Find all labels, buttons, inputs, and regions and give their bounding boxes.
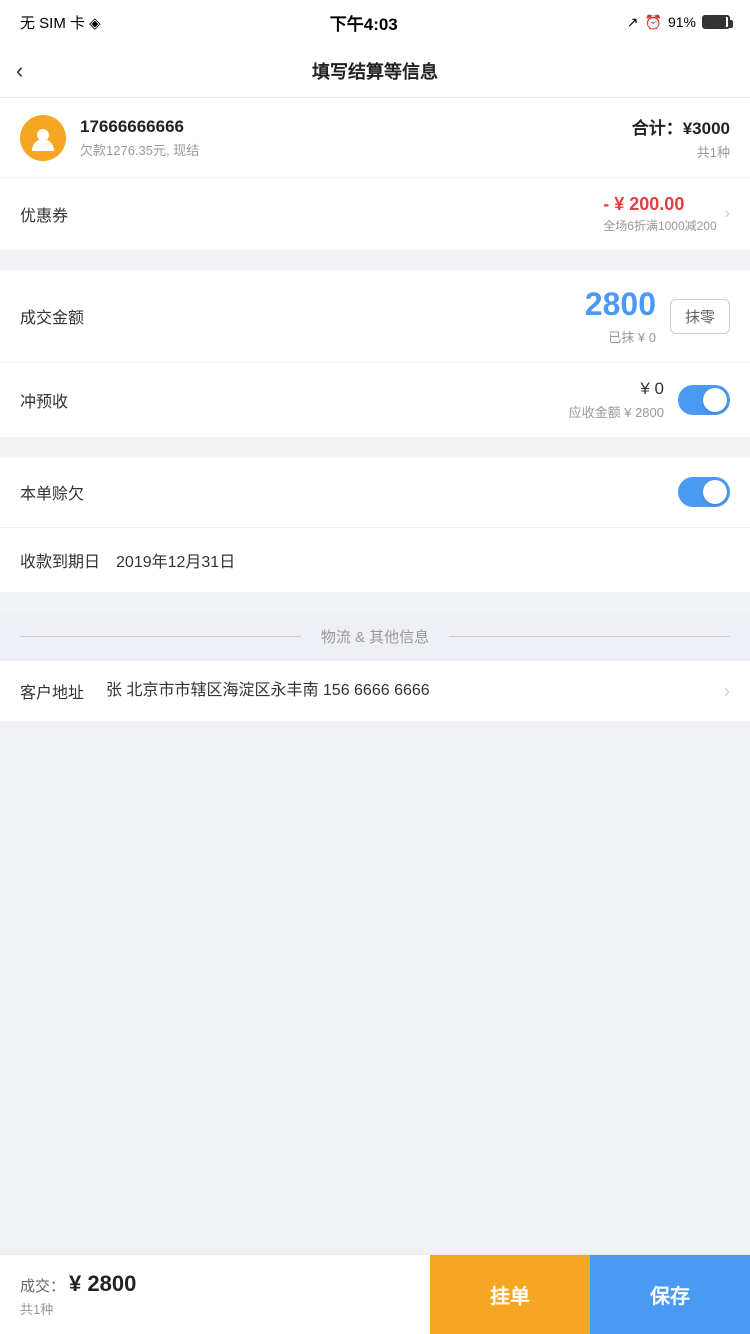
due-date-value: 2019年12月31日 bbox=[116, 548, 235, 572]
customer-info: 17666666666 欠款1276.35元, 现结 bbox=[80, 117, 199, 159]
address-chevron-icon: › bbox=[724, 681, 730, 702]
customer-phone: 17666666666 bbox=[80, 117, 199, 137]
coupon-description: 全场6折满1000减200 bbox=[603, 217, 716, 234]
section-divider-1 bbox=[0, 260, 750, 270]
save-button[interactable]: 保存 bbox=[590, 1255, 750, 1334]
status-time: 下午4:03 bbox=[330, 10, 398, 35]
customer-right: 合计：¥3000 共1种 bbox=[632, 114, 730, 161]
nav-bar: ‹ 填写结算等信息 bbox=[0, 44, 750, 98]
bottom-bar: 成交： ¥ 2800 共1种 挂单 保存 bbox=[0, 1254, 750, 1334]
address-card: 客户地址 张 北京市市辖区海淀区永丰南 156 6666 6666 › bbox=[0, 661, 750, 721]
logistics-line-right bbox=[449, 636, 730, 637]
prepay-toggle[interactable] bbox=[678, 385, 730, 415]
coupon-discount: - ¥ 200.00 bbox=[603, 194, 716, 215]
back-button[interactable]: ‹ bbox=[16, 58, 23, 84]
coupon-right: - ¥ 200.00 全场6折满1000减200 › bbox=[603, 194, 730, 234]
customer-row: 17666666666 欠款1276.35元, 现结 合计：¥3000 共1种 bbox=[0, 98, 750, 177]
customer-left: 17666666666 欠款1276.35元, 现结 bbox=[20, 115, 199, 161]
prepay-amount: ¥ 0 bbox=[569, 379, 664, 399]
bottom-summary-amount: ¥ 2800 bbox=[69, 1271, 136, 1297]
chevron-right-icon: › bbox=[725, 205, 730, 223]
page-title: 填写结算等信息 bbox=[312, 58, 438, 84]
bottom-summary-label: 成交： bbox=[20, 1275, 65, 1296]
pending-button[interactable]: 挂单 bbox=[430, 1255, 590, 1334]
address-value: 张 北京市市辖区海淀区永丰南 156 6666 6666 bbox=[106, 679, 716, 703]
customer-card: 17666666666 欠款1276.35元, 现结 合计：¥3000 共1种 … bbox=[0, 98, 750, 250]
bottom-summary: 成交： ¥ 2800 共1种 bbox=[0, 1271, 430, 1318]
logistics-text: 物流 & 其他信息 bbox=[321, 626, 429, 647]
prepay-row: 冲预收 ¥ 0 应收金额 ¥ 2800 bbox=[0, 363, 750, 437]
due-date-label: 收款到期日 bbox=[20, 548, 100, 572]
bottom-summary-row: 成交： ¥ 2800 bbox=[20, 1271, 410, 1297]
total-amount: 合计：¥3000 bbox=[632, 114, 730, 139]
amount-value[interactable]: 2800 bbox=[585, 286, 656, 323]
amount-row: 成交金额 2800 已抹 ¥ 0 抹零 bbox=[0, 270, 750, 363]
due-date-row: 收款到期日 2019年12月31日 bbox=[0, 527, 750, 592]
coupon-row[interactable]: 优惠券 - ¥ 200.00 全场6折满1000减200 › bbox=[0, 177, 750, 250]
location-icon: ↗ bbox=[627, 14, 639, 31]
amount-right: 2800 已抹 ¥ 0 抹零 bbox=[585, 286, 730, 346]
logistics-section: 物流 & 其他信息 bbox=[0, 612, 750, 661]
section-divider-2 bbox=[0, 447, 750, 457]
empty-space bbox=[0, 731, 750, 891]
alarm-icon: ⏰ bbox=[645, 14, 662, 31]
bottom-summary-count: 共1种 bbox=[20, 1299, 410, 1318]
prepay-right: ¥ 0 应收金额 ¥ 2800 bbox=[569, 379, 730, 421]
round-button[interactable]: 抹零 bbox=[670, 299, 730, 334]
total-count: 共1种 bbox=[632, 142, 730, 161]
debit-card: 本单赊欠 收款到期日 2019年12月31日 bbox=[0, 457, 750, 592]
amount-label: 成交金额 bbox=[20, 304, 84, 328]
prepay-sub-text: 应收金额 ¥ 2800 bbox=[569, 402, 664, 421]
logistics-line-left bbox=[20, 636, 301, 637]
coupon-label: 优惠券 bbox=[20, 202, 68, 226]
amount-sub-text: 已抹 ¥ 0 bbox=[585, 327, 656, 346]
debit-label: 本单赊欠 bbox=[20, 480, 84, 504]
sim-status: 无 SIM 卡 ◈ bbox=[20, 12, 101, 33]
section-divider-3 bbox=[0, 602, 750, 612]
customer-sub-text: 欠款1276.35元, 现结 bbox=[80, 140, 199, 159]
battery-text: 91% bbox=[668, 14, 696, 30]
amount-card: 成交金额 2800 已抹 ¥ 0 抹零 冲预收 ¥ 0 应收金额 ¥ 2800 bbox=[0, 270, 750, 437]
prepay-values: ¥ 0 应收金额 ¥ 2800 bbox=[569, 379, 664, 421]
avatar bbox=[20, 115, 66, 161]
battery-icon bbox=[702, 15, 730, 29]
debit-toggle[interactable] bbox=[678, 477, 730, 507]
address-label: 客户地址 bbox=[20, 679, 90, 703]
content: 17666666666 欠款1276.35元, 现结 合计：¥3000 共1种 … bbox=[0, 98, 750, 981]
address-row[interactable]: 客户地址 张 北京市市辖区海淀区永丰南 156 6666 6666 › bbox=[0, 661, 750, 721]
status-right: ↗ ⏰ 91% bbox=[627, 14, 730, 31]
status-left: 无 SIM 卡 ◈ bbox=[20, 12, 101, 33]
status-bar: 无 SIM 卡 ◈ 下午4:03 ↗ ⏰ 91% bbox=[0, 0, 750, 44]
debit-row: 本单赊欠 bbox=[0, 457, 750, 527]
prepay-label: 冲预收 bbox=[20, 388, 68, 412]
